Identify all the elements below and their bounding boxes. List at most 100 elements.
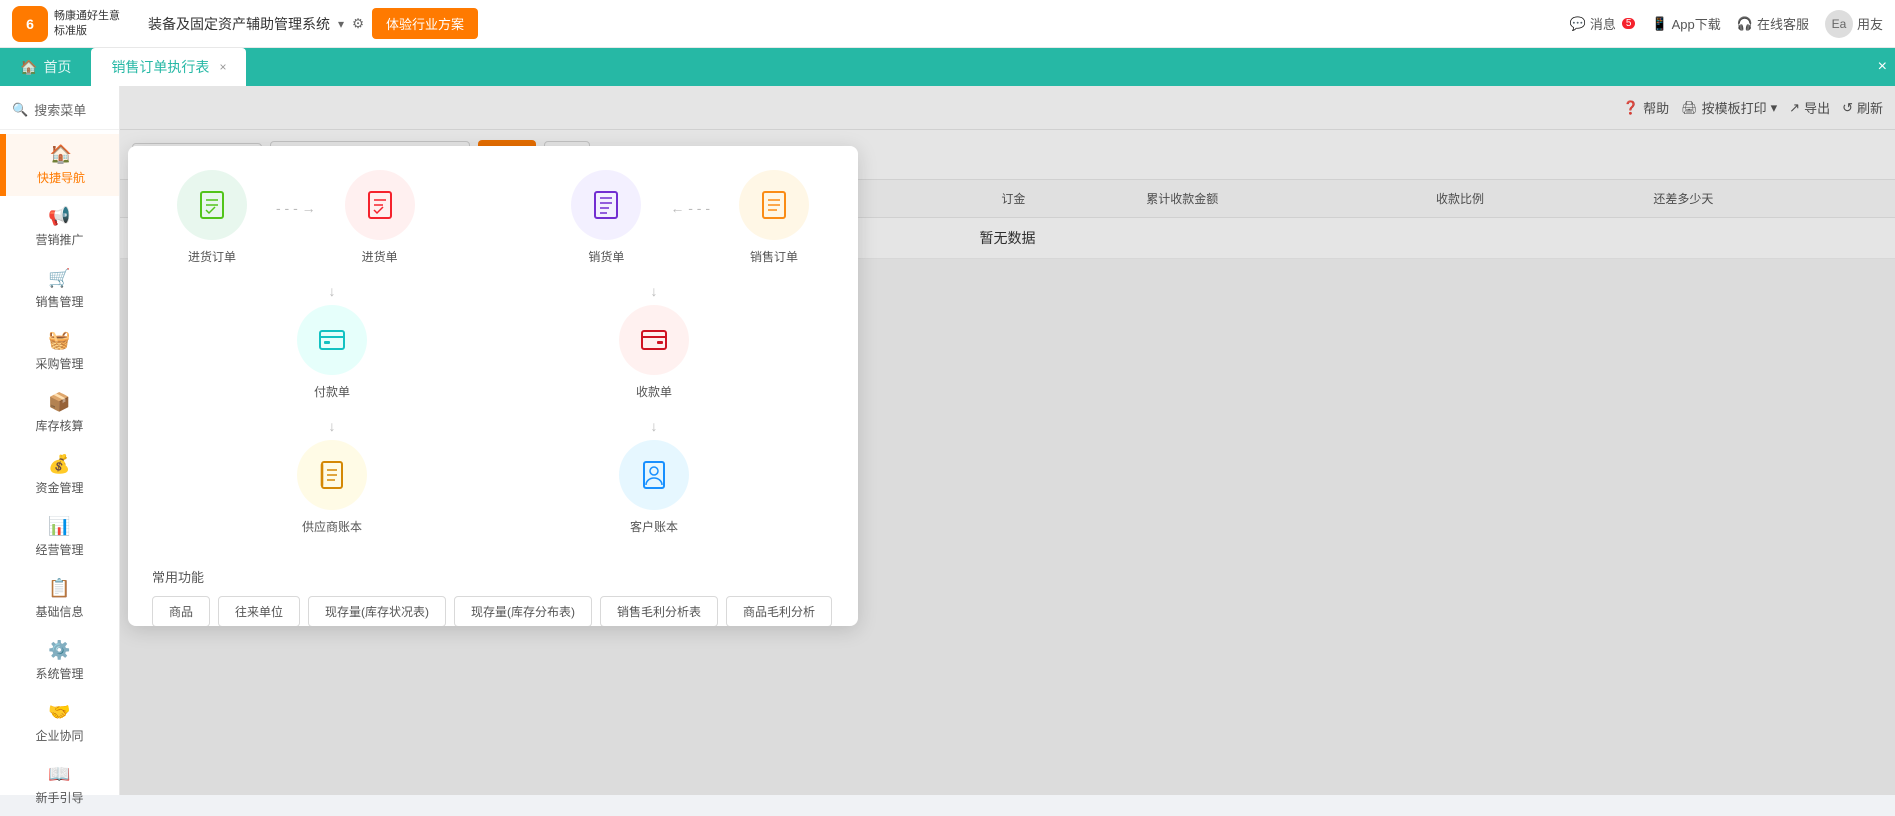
sidebar-item-enterprise[interactable]: 🤝 企业协同 bbox=[0, 692, 119, 754]
operations-icon: 📊 bbox=[48, 516, 70, 537]
headset-icon: 🎧 bbox=[1737, 16, 1753, 32]
nav-tabs: 🏠 首页 销售订单执行表 × × bbox=[0, 48, 1895, 86]
content-area: ❓ 帮助 🖨 按模板打印 ▾ ↗ 导出 ↺ 刷新 yyyy-mm-dd 📅 bbox=[120, 86, 1895, 795]
btn-product-margin[interactable]: 商品毛利分析 bbox=[726, 596, 832, 626]
flow-node-receipt[interactable]: 收款单 bbox=[594, 305, 714, 400]
flow-node-customer-ledger[interactable]: 客户账本 bbox=[594, 440, 714, 535]
arrow-down-payment: ↓ bbox=[329, 283, 336, 299]
supplier-ledger-label: 供应商账本 bbox=[302, 518, 362, 535]
tab-close-icon[interactable]: × bbox=[219, 60, 226, 74]
sidebar-search[interactable]: 🔍 搜索菜单 bbox=[0, 94, 119, 125]
col-payment: ↓ 付款单 bbox=[272, 281, 392, 400]
sales-order-circle bbox=[739, 170, 809, 240]
system-title: 装备及固定资产辅助管理系统 bbox=[148, 14, 330, 34]
sidebar-item-newbie[interactable]: 📖 新手引导 bbox=[0, 754, 119, 816]
active-bar bbox=[3, 134, 6, 196]
app-download-item[interactable]: 📱 App下载 bbox=[1651, 14, 1720, 33]
arrow-down-supplier: ↓ bbox=[329, 418, 336, 434]
customer-ledger-label: 客户账本 bbox=[630, 518, 678, 535]
flow-node-purchase-order[interactable]: 进货订单 bbox=[152, 170, 272, 265]
message-badge: 5 bbox=[1622, 18, 1636, 29]
sidebar-item-system[interactable]: ⚙️ 系统管理 bbox=[0, 630, 119, 692]
sidebar: 🔍 搜索菜单 🏠 快捷导航 📢 营销推广 🛒 销售管理 🧺 采购管理 📦 库存核… bbox=[0, 86, 120, 795]
basic-info-icon: 📋 bbox=[48, 578, 70, 599]
sidebar-item-operations[interactable]: 📊 经营管理 bbox=[0, 506, 119, 568]
home-icon: 🏠 bbox=[50, 144, 72, 165]
sidebar-item-inventory[interactable]: 📦 库存核算 bbox=[0, 382, 119, 444]
sidebar-item-sales[interactable]: 🛒 销售管理 bbox=[0, 258, 119, 320]
payment-label: 付款单 bbox=[314, 383, 350, 400]
sales-order-label: 销售订单 bbox=[750, 248, 798, 265]
sidebar-item-finance[interactable]: 💰 资金管理 bbox=[0, 444, 119, 506]
logo-text: 畅康通好生意 标准版 bbox=[54, 9, 120, 38]
sidebar-item-quick-nav[interactable]: 🏠 快捷导航 bbox=[0, 134, 119, 196]
btn-stock-status[interactable]: 现存量(库存状况表) bbox=[308, 596, 446, 626]
flow-node-payment[interactable]: 付款单 bbox=[272, 305, 392, 400]
purchase-order-circle bbox=[177, 170, 247, 240]
flow-arrow-h2: ← - - - bbox=[670, 200, 710, 216]
flow-node-supplier-ledger[interactable]: 供应商账本 bbox=[272, 440, 392, 535]
search-icon: 🔍 bbox=[12, 102, 28, 118]
flow-arrow-h1: - - - → bbox=[276, 200, 316, 216]
message-icon: 💬 bbox=[1570, 16, 1586, 32]
popup-box: 进货订单 - - - → bbox=[128, 146, 858, 626]
sales-icon: 🛒 bbox=[48, 268, 70, 289]
receipt-label: 收款单 bbox=[636, 383, 672, 400]
tab-sales-order[interactable]: 销售订单执行表 × bbox=[91, 48, 246, 86]
btn-product[interactable]: 商品 bbox=[152, 596, 210, 626]
flow-row-3: ↓ bbox=[272, 416, 834, 535]
tab-home[interactable]: 🏠 首页 bbox=[0, 48, 91, 86]
user-item[interactable]: Ea 用友 bbox=[1825, 10, 1883, 38]
settings-btn[interactable]: ⚙ bbox=[352, 16, 364, 32]
home-icon: 🏠 bbox=[20, 59, 37, 76]
message-item[interactable]: 💬 消息 5 bbox=[1570, 14, 1636, 33]
receipt-circle bbox=[619, 305, 689, 375]
sales-bill-label: 销货单 bbox=[588, 248, 624, 265]
purchase-order-label: 进货订单 bbox=[188, 248, 236, 265]
purchase-bill-circle bbox=[345, 170, 415, 240]
top-bar: 6 畅康通好生意 标准版 装备及固定资产辅助管理系统 ▾ ⚙ 体验行业方案 💬 … bbox=[0, 0, 1895, 48]
btn-contacts[interactable]: 往来单位 bbox=[218, 596, 300, 626]
experience-btn[interactable]: 体验行业方案 bbox=[372, 8, 478, 39]
enterprise-icon: 🤝 bbox=[48, 702, 70, 723]
purchase-icon: 🧺 bbox=[48, 330, 70, 351]
col-supplier-ledger: ↓ bbox=[272, 416, 392, 535]
top-bar-right: 💬 消息 5 📱 App下载 🎧 在线客服 Ea 用友 bbox=[1570, 10, 1883, 38]
newbie-icon: 📖 bbox=[48, 764, 70, 785]
main-layout: 🔍 搜索菜单 🏠 快捷导航 📢 营销推广 🛒 销售管理 🧺 采购管理 📦 库存核… bbox=[0, 86, 1895, 795]
flow-row-2: ↓ 付款单 bbox=[272, 281, 834, 400]
flow-row-1: 进货订单 - - - → bbox=[152, 170, 834, 265]
system-icon: ⚙️ bbox=[48, 640, 70, 661]
inventory-icon: 📦 bbox=[48, 392, 70, 413]
supplier-ledger-circle bbox=[297, 440, 367, 510]
arrow-down-customer: ↓ bbox=[651, 418, 658, 434]
top-bar-left: 6 畅康通好生意 标准版 装备及固定资产辅助管理系统 ▾ ⚙ 体验行业方案 bbox=[12, 6, 478, 42]
system-dropdown-btn[interactable]: ▾ bbox=[338, 17, 344, 31]
sidebar-item-basic-info[interactable]: 📋 基础信息 bbox=[0, 568, 119, 630]
online-service-item[interactable]: 🎧 在线客服 bbox=[1737, 14, 1809, 33]
avatar: Ea bbox=[1825, 10, 1853, 38]
customer-ledger-circle bbox=[619, 440, 689, 510]
sales-bill-circle bbox=[571, 170, 641, 240]
col-customer-ledger: ↓ 客户账本 bbox=[594, 416, 714, 535]
phone-icon: 📱 bbox=[1651, 16, 1667, 32]
sidebar-item-marketing[interactable]: 📢 营销推广 bbox=[0, 196, 119, 258]
flow-node-sales-bill[interactable]: 销货单 bbox=[546, 170, 666, 265]
col-receipt: ↓ 收款单 bbox=[594, 281, 714, 400]
common-title: 常用功能 bbox=[152, 567, 834, 586]
purchase-bill-label: 进货单 bbox=[362, 248, 398, 265]
flow-section: 进货订单 - - - → bbox=[152, 170, 834, 551]
sidebar-divider-top bbox=[0, 129, 119, 130]
logo-icon: 6 bbox=[12, 6, 48, 42]
popup-overlay: 进货订单 - - - → bbox=[120, 86, 1895, 795]
btn-sales-margin[interactable]: 销售毛利分析表 bbox=[600, 596, 718, 626]
logo-area: 6 畅康通好生意 标准版 bbox=[12, 6, 132, 42]
common-section: 常用功能 商品 往来单位 现存量(库存状况表) 现存量(库存分布表) 销售毛利分… bbox=[152, 567, 834, 626]
sidebar-item-purchase[interactable]: 🧺 采购管理 bbox=[0, 320, 119, 382]
close-all-btn[interactable]: × bbox=[1878, 58, 1887, 76]
btn-stock-dist[interactable]: 现存量(库存分布表) bbox=[454, 596, 592, 626]
flow-node-sales-order[interactable]: 销售订单 bbox=[714, 170, 834, 265]
flow-node-purchase-bill[interactable]: 进货单 bbox=[320, 170, 440, 265]
marketing-icon: 📢 bbox=[48, 206, 70, 227]
finance-icon: 💰 bbox=[48, 454, 70, 475]
